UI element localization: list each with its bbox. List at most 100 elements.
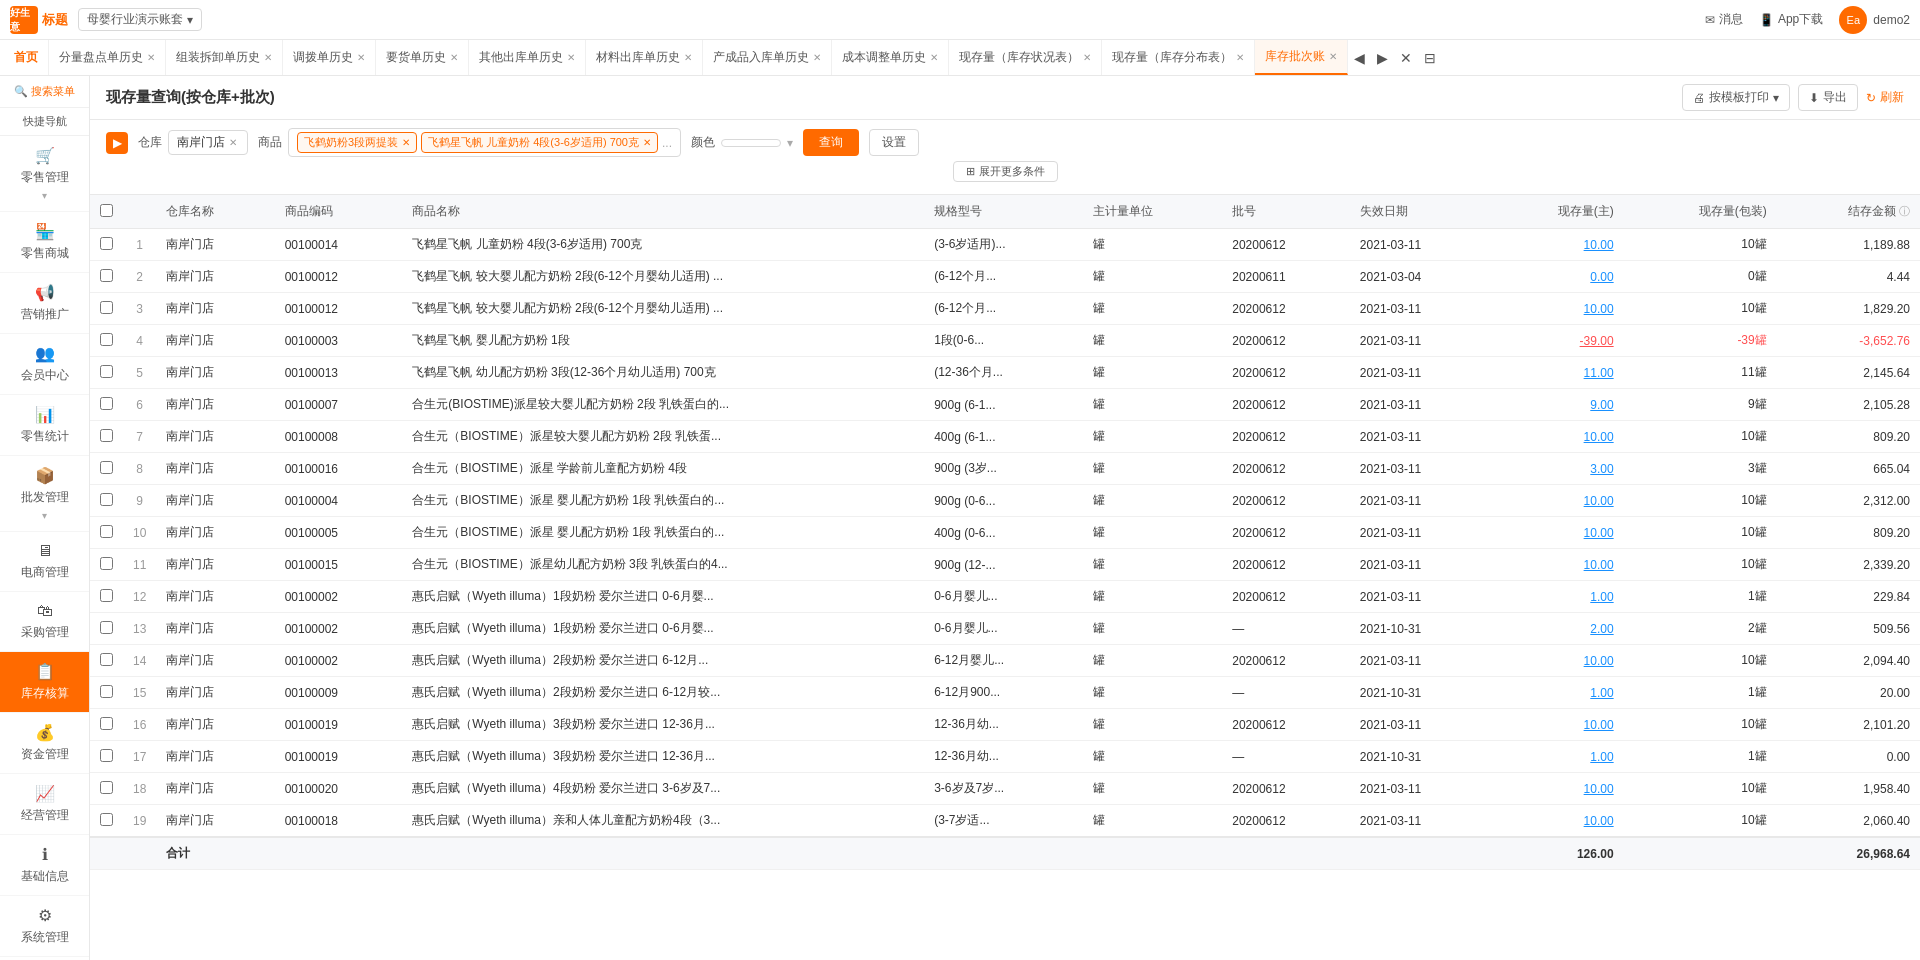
tab-1[interactable]: 分量盘点单历史 ✕	[49, 40, 166, 75]
app-download-btn[interactable]: 📱 App下载	[1759, 11, 1823, 28]
row-checkbox-6[interactable]	[100, 429, 113, 442]
sidebar-item-system[interactable]: ⚙ 系统管理	[0, 896, 89, 957]
sidebar-item-purchase[interactable]: 🛍 采购管理	[0, 592, 89, 652]
tab-8[interactable]: 成本调整单历史 ✕	[832, 40, 949, 75]
sidebar-item-operations[interactable]: 📈 经营管理	[0, 774, 89, 835]
row-checkbox-8[interactable]	[100, 493, 113, 506]
row-qty-main-17[interactable]: 10.00	[1491, 773, 1623, 805]
row-check-3[interactable]	[90, 325, 123, 357]
row-qty-main-1[interactable]: 0.00	[1491, 261, 1623, 293]
sidebar-quick-nav[interactable]: 快捷导航	[0, 108, 89, 136]
color-filter-input[interactable]	[721, 139, 781, 147]
row-check-0[interactable]	[90, 229, 123, 261]
row-qty-main-5[interactable]: 9.00	[1491, 389, 1623, 421]
row-check-9[interactable]	[90, 517, 123, 549]
row-check-18[interactable]	[90, 805, 123, 838]
row-qty-main-4[interactable]: 11.00	[1491, 357, 1623, 389]
tab-close-all[interactable]: ✕	[1394, 50, 1418, 66]
product-tag-1[interactable]: 飞鹤星飞帆 儿童奶粉 4段(3-6岁适用) 700克 ✕	[421, 132, 658, 153]
row-check-6[interactable]	[90, 421, 123, 453]
tab-3[interactable]: 调拨单历史 ✕	[283, 40, 376, 75]
row-checkbox-12[interactable]	[100, 621, 113, 634]
tab-3-close[interactable]: ✕	[357, 52, 365, 63]
tab-1-close[interactable]: ✕	[147, 52, 155, 63]
row-qty-main-14[interactable]: 1.00	[1491, 677, 1623, 709]
tab-8-close[interactable]: ✕	[930, 52, 938, 63]
btn-template-print[interactable]: 🖨 按模板打印 ▾	[1682, 84, 1790, 111]
row-check-11[interactable]	[90, 581, 123, 613]
row-checkbox-18[interactable]	[100, 813, 113, 826]
tab-5[interactable]: 其他出库单历史 ✕	[469, 40, 586, 75]
row-check-1[interactable]	[90, 261, 123, 293]
sidebar-item-statistics[interactable]: 📊 零售统计	[0, 395, 89, 456]
tab-nav-next[interactable]: ▶	[1371, 50, 1394, 66]
sidebar-item-member[interactable]: 👥 会员中心	[0, 334, 89, 395]
row-checkbox-1[interactable]	[100, 269, 113, 282]
row-check-8[interactable]	[90, 485, 123, 517]
tab-9[interactable]: 现存量（库存状况表） ✕	[949, 40, 1102, 75]
row-qty-main-3[interactable]: -39.00	[1491, 325, 1623, 357]
color-filter-arrow[interactable]: ▾	[787, 136, 793, 150]
row-check-5[interactable]	[90, 389, 123, 421]
tab-11[interactable]: 库存批次账 ✕	[1255, 40, 1348, 75]
row-qty-main-11[interactable]: 1.00	[1491, 581, 1623, 613]
row-qty-main-9[interactable]: 10.00	[1491, 517, 1623, 549]
row-qty-main-8[interactable]: 10.00	[1491, 485, 1623, 517]
row-checkbox-16[interactable]	[100, 749, 113, 762]
row-qty-main-0[interactable]: 10.00	[1491, 229, 1623, 261]
tab-2-close[interactable]: ✕	[264, 52, 272, 63]
row-checkbox-7[interactable]	[100, 461, 113, 474]
tab-6[interactable]: 材料出库单历史 ✕	[586, 40, 703, 75]
row-checkbox-11[interactable]	[100, 589, 113, 602]
row-check-7[interactable]	[90, 453, 123, 485]
row-check-13[interactable]	[90, 645, 123, 677]
message-btn[interactable]: ✉ 消息	[1705, 11, 1743, 28]
sidebar-item-retail[interactable]: 🛒 零售管理 ▾	[0, 136, 89, 212]
warehouse-close[interactable]: ✕	[229, 137, 237, 148]
sidebar-item-wholesale[interactable]: 📦 批发管理 ▾	[0, 456, 89, 532]
row-qty-main-13[interactable]: 10.00	[1491, 645, 1623, 677]
row-qty-main-16[interactable]: 1.00	[1491, 741, 1623, 773]
row-check-10[interactable]	[90, 549, 123, 581]
row-qty-main-10[interactable]: 10.00	[1491, 549, 1623, 581]
row-check-2[interactable]	[90, 293, 123, 325]
row-qty-main-12[interactable]: 2.00	[1491, 613, 1623, 645]
tab-10-close[interactable]: ✕	[1236, 52, 1244, 63]
user-avatar-area[interactable]: Ea demo2	[1839, 6, 1910, 34]
tab-4[interactable]: 要货单历史 ✕	[376, 40, 469, 75]
row-qty-main-7[interactable]: 3.00	[1491, 453, 1623, 485]
row-checkbox-4[interactable]	[100, 365, 113, 378]
tab-9-close[interactable]: ✕	[1083, 52, 1091, 63]
row-check-4[interactable]	[90, 357, 123, 389]
tab-nav-prev[interactable]: ◀	[1348, 50, 1371, 66]
tab-4-close[interactable]: ✕	[450, 52, 458, 63]
expand-more-btn[interactable]: ⊞ 展开更多条件	[953, 161, 1058, 182]
row-checkbox-9[interactable]	[100, 525, 113, 538]
row-check-14[interactable]	[90, 677, 123, 709]
sidebar-item-ecommerce[interactable]: 🖥 电商管理	[0, 532, 89, 592]
select-all-checkbox[interactable]	[100, 204, 113, 217]
warehouse-filter-input[interactable]: 南岸门店 ✕	[168, 130, 248, 155]
row-checkbox-10[interactable]	[100, 557, 113, 570]
tab-10[interactable]: 现存量（库存分布表） ✕	[1102, 40, 1255, 75]
btn-refresh[interactable]: ↻ 刷新	[1866, 89, 1904, 106]
filter-search-btn[interactable]: 查询	[803, 129, 859, 156]
row-qty-main-15[interactable]: 10.00	[1491, 709, 1623, 741]
row-checkbox-13[interactable]	[100, 653, 113, 666]
filter-expand-btn[interactable]: ▶	[106, 132, 128, 154]
filter-setting-btn[interactable]: 设置	[869, 129, 919, 156]
btn-export[interactable]: ⬇ 导出	[1798, 84, 1858, 111]
row-checkbox-5[interactable]	[100, 397, 113, 410]
tab-11-close[interactable]: ✕	[1329, 51, 1337, 62]
row-qty-main-2[interactable]: 10.00	[1491, 293, 1623, 325]
tab-5-close[interactable]: ✕	[567, 52, 575, 63]
row-checkbox-17[interactable]	[100, 781, 113, 794]
product-tag-0-close[interactable]: ✕	[402, 137, 410, 148]
product-tag-0[interactable]: 飞鹤奶粉3段两提装 ✕	[297, 132, 417, 153]
sidebar-item-shop[interactable]: 🏪 零售商城	[0, 212, 89, 273]
sidebar-item-finance[interactable]: 💰 资金管理	[0, 713, 89, 774]
tab-7-close[interactable]: ✕	[813, 52, 821, 63]
product-tag-1-close[interactable]: ✕	[643, 137, 651, 148]
product-filter-input[interactable]: 飞鹤奶粉3段两提装 ✕ 飞鹤星飞帆 儿童奶粉 4段(3-6岁适用) 700克 ✕…	[288, 128, 681, 157]
row-qty-main-18[interactable]: 10.00	[1491, 805, 1623, 838]
